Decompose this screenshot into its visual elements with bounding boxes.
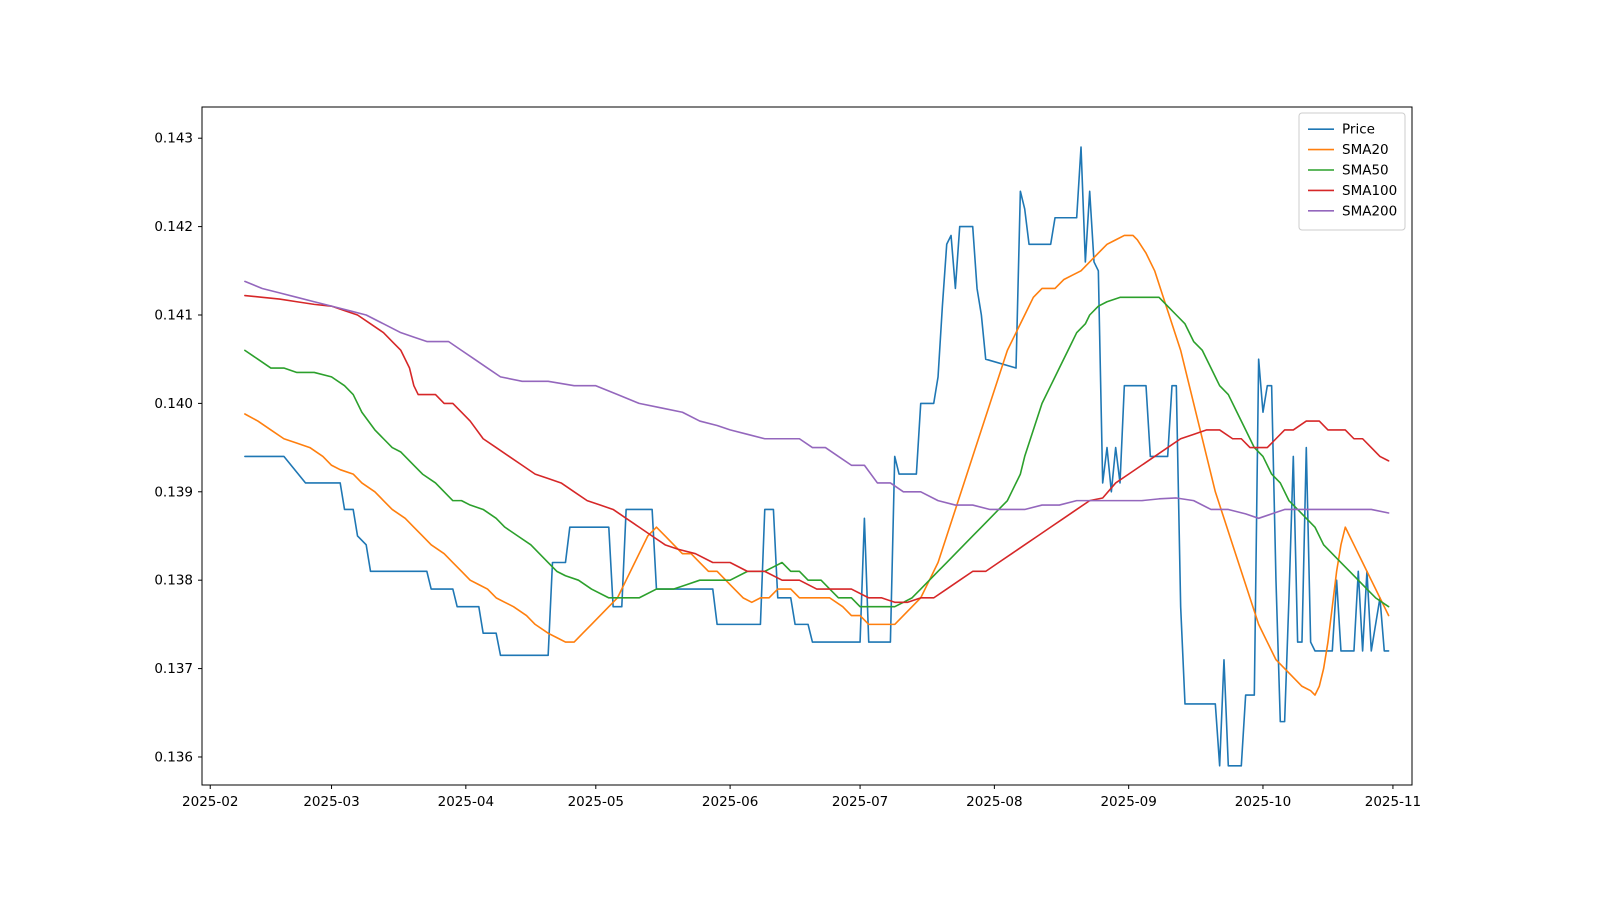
legend-label-sma200: SMA200 xyxy=(1342,203,1397,219)
x-tick-label: 2025-10 xyxy=(1235,794,1291,810)
x-tick-label: 2025-07 xyxy=(832,794,888,810)
y-axis: 0.136 0.137 0.138 0.139 0.140 0.141 0.142 0.143 xyxy=(154,131,202,765)
series-line-price xyxy=(244,146,1390,767)
series-line-sma100 xyxy=(244,294,1390,604)
y-tick-label: 0.143 xyxy=(154,131,193,147)
y-tick-label: 0.142 xyxy=(154,219,193,235)
y-tick-label: 0.136 xyxy=(154,749,193,765)
x-tick-label: 2025-03 xyxy=(303,794,359,810)
x-tick-label: 2025-05 xyxy=(568,794,624,810)
y-tick-label: 0.139 xyxy=(154,484,193,500)
x-tick-label: 2025-11 xyxy=(1365,794,1421,810)
series-line-sma50 xyxy=(244,296,1390,608)
legend-label-sma20: SMA20 xyxy=(1342,142,1389,158)
plot-series xyxy=(244,146,1390,767)
legend-label-price: Price xyxy=(1342,122,1375,138)
x-tick-label: 2025-06 xyxy=(702,794,758,810)
y-tick-label: 0.137 xyxy=(154,661,193,677)
legend-label-sma50: SMA50 xyxy=(1342,163,1389,179)
chart-canvas: 2025-02 2025-03 2025-04 2025-05 2025-06 2025-… xyxy=(154,106,1421,810)
y-tick-label: 0.141 xyxy=(154,307,193,323)
axes-frame xyxy=(201,106,1413,786)
y-tick-label: 0.138 xyxy=(154,573,193,589)
x-axis: 2025-02 2025-03 2025-04 2025-05 2025-06 2025-… xyxy=(182,785,1421,810)
x-tick-label: 2025-09 xyxy=(1100,794,1156,810)
x-tick-label: 2025-02 xyxy=(182,794,238,810)
legend: Price SMA20 SMA50 SMA100 SMA200 xyxy=(1298,112,1406,231)
x-tick-label: 2025-04 xyxy=(438,794,494,810)
x-tick-label: 2025-08 xyxy=(966,794,1022,810)
y-tick-label: 0.140 xyxy=(154,396,193,412)
legend-label-sma100: SMA100 xyxy=(1342,183,1397,199)
figure: 2025-02 2025-03 2025-04 2025-05 2025-06 2025-… xyxy=(0,0,1600,900)
series-line-sma20 xyxy=(244,234,1390,696)
series-line-sma200 xyxy=(244,280,1390,520)
